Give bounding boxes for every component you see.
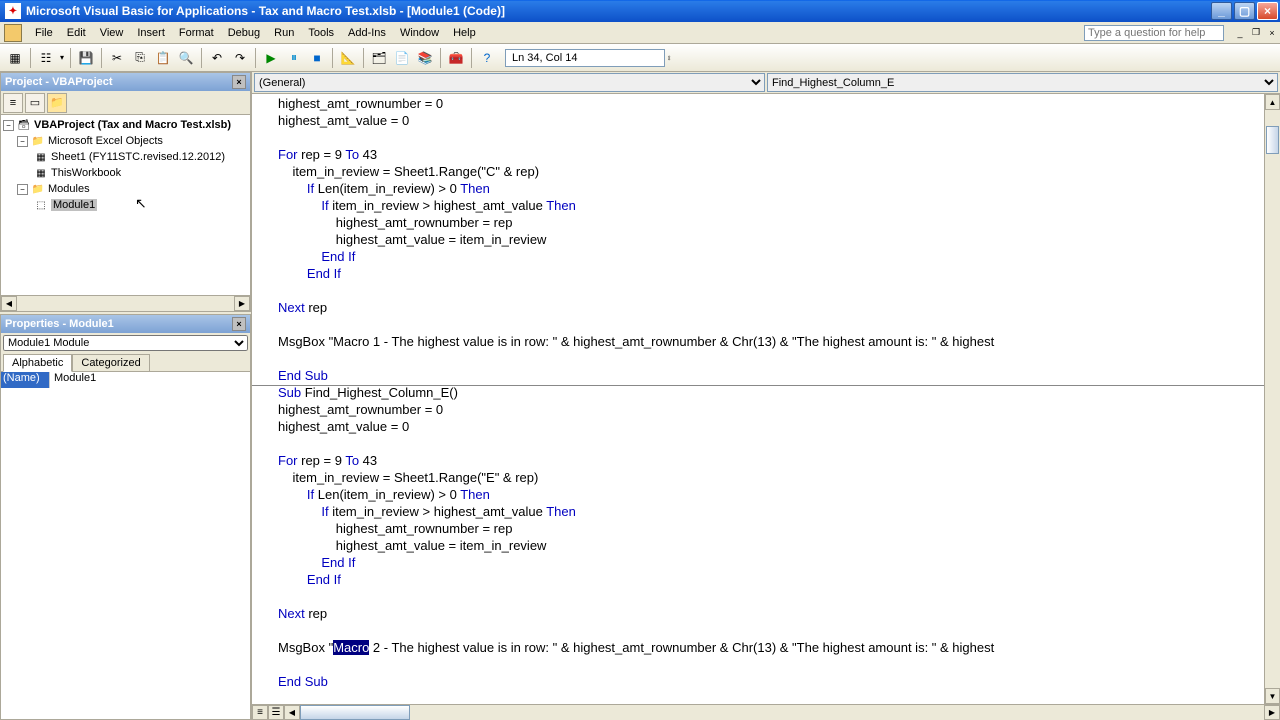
hscroll-thumb[interactable] — [300, 705, 410, 720]
save-icon[interactable]: 💾 — [75, 47, 97, 69]
project-explorer: Project - VBAProject × ≡ ▭ 📁 −🗃VBAProjec… — [0, 72, 251, 312]
menu-edit[interactable]: Edit — [60, 24, 93, 42]
scroll-left-icon[interactable]: ◀ — [1, 296, 17, 311]
procedure-combo[interactable]: Find_Highest_Column_E — [767, 73, 1278, 92]
properties-object-select[interactable]: Module1 Module — [3, 335, 248, 351]
hscroll-track[interactable] — [300, 705, 1264, 720]
menu-insert[interactable]: Insert — [130, 24, 172, 42]
cursor-position: Ln 34, Col 14 — [505, 49, 665, 67]
properties-grid: (Name)Module1 — [1, 371, 250, 719]
object-browser-icon[interactable]: 📚 — [414, 47, 436, 69]
code-pane: (General) Find_Highest_Column_E highest_… — [252, 72, 1280, 720]
minimize-button[interactable]: _ — [1211, 2, 1232, 20]
prop-name-key[interactable]: (Name) — [1, 372, 49, 388]
view-object-icon[interactable]: ▭ — [25, 93, 45, 113]
properties-title-label: Properties - Module1 — [5, 318, 114, 330]
project-tree[interactable]: −🗃VBAProject (Tax and Macro Test.xlsb) −… — [1, 115, 250, 295]
scroll-down-icon[interactable]: ▼ — [1265, 688, 1280, 704]
menu-addins[interactable]: Add-Ins — [341, 24, 393, 42]
reset-icon[interactable]: ■ — [306, 47, 328, 69]
excel-objects-folder[interactable]: Microsoft Excel Objects — [48, 135, 163, 147]
menu-tools[interactable]: Tools — [301, 24, 341, 42]
close-button[interactable]: × — [1257, 2, 1278, 20]
break-icon[interactable]: ⏸ — [283, 47, 305, 69]
insert-dropdown[interactable]: ▾ — [58, 53, 66, 62]
sheet1-node[interactable]: Sheet1 (FY11STC.revised.12.2012) — [51, 151, 225, 163]
properties-pane: Properties - Module1 × Module1 Module Al… — [0, 314, 251, 720]
collapse-icon[interactable]: − — [17, 136, 28, 147]
view-excel-icon[interactable]: ▦ — [4, 47, 26, 69]
insert-module-icon[interactable]: ☷ — [35, 47, 57, 69]
folder-icon: 📁 — [30, 134, 46, 148]
scroll-left-icon[interactable]: ◀ — [284, 705, 300, 720]
find-icon[interactable]: 🔍 — [175, 47, 197, 69]
thisworkbook-node[interactable]: ThisWorkbook — [51, 167, 121, 179]
vba-icon: ✦ — [5, 3, 21, 19]
cut-icon[interactable]: ✂ — [106, 47, 128, 69]
vscrollbar[interactable]: ▲ ▼ — [1264, 94, 1280, 704]
module-icon: ⬚ — [33, 198, 49, 212]
help-search-input[interactable] — [1084, 25, 1224, 41]
toolbar: ▦ ☷ ▾ 💾 ✂ ⎘ 📋 🔍 ↶ ↷ ▶ ⏸ ■ 📐 🗂 📄 📚 🧰 ? Ln… — [0, 44, 1280, 72]
window-title: Microsoft Visual Basic for Applications … — [26, 4, 1209, 18]
view-code-icon[interactable]: ≡ — [3, 93, 23, 113]
tab-categorized[interactable]: Categorized — [72, 354, 149, 372]
design-mode-icon[interactable]: 📐 — [337, 47, 359, 69]
project-close-button[interactable]: × — [232, 75, 246, 89]
code-editor[interactable]: highest_amt_rownumber = 0 highest_amt_va… — [252, 94, 1280, 704]
menu-format[interactable]: Format — [172, 24, 221, 42]
run-icon[interactable]: ▶ — [260, 47, 282, 69]
menu-help[interactable]: Help — [446, 24, 483, 42]
cursor-icon: ↖ — [135, 195, 147, 212]
project-title-label: Project - VBAProject — [5, 76, 113, 88]
collapse-icon[interactable]: − — [3, 120, 14, 131]
collapse-icon[interactable]: − — [17, 184, 28, 195]
help-icon[interactable]: ? — [476, 47, 498, 69]
folder-icon: 📁 — [30, 182, 46, 196]
mdi-minimize[interactable]: _ — [1232, 26, 1248, 40]
project-root[interactable]: VBAProject (Tax and Macro Test.xlsb) — [34, 119, 231, 131]
properties-icon[interactable]: 📄 — [391, 47, 413, 69]
object-combo[interactable]: (General) — [254, 73, 765, 92]
redo-icon[interactable]: ↷ — [229, 47, 251, 69]
toolbar-overflow[interactable]: ⦂ — [666, 53, 672, 63]
titlebar: ✦ Microsoft Visual Basic for Application… — [0, 0, 1280, 22]
prop-name-value[interactable]: Module1 — [49, 372, 250, 388]
menu-view[interactable]: View — [93, 24, 131, 42]
menu-run[interactable]: Run — [267, 24, 301, 42]
scroll-up-icon[interactable]: ▲ — [1265, 94, 1280, 110]
full-module-view-icon[interactable]: ☰ — [268, 705, 284, 720]
properties-title: Properties - Module1 × — [1, 315, 250, 333]
tab-alphabetic[interactable]: Alphabetic — [3, 354, 72, 372]
modules-folder[interactable]: Modules — [48, 183, 90, 195]
help-search — [1084, 25, 1224, 41]
vscroll-thumb[interactable] — [1266, 126, 1279, 154]
sheet-icon: ▦ — [33, 150, 49, 164]
hscroll-track[interactable] — [17, 296, 234, 311]
project-explorer-title: Project - VBAProject × — [1, 73, 250, 91]
menubar: File Edit View Insert Format Debug Run T… — [0, 22, 1280, 44]
copy-icon[interactable]: ⎘ — [129, 47, 151, 69]
menu-file[interactable]: File — [28, 24, 60, 42]
selected-text[interactable]: Macro — [333, 640, 369, 655]
scroll-right-icon[interactable]: ▶ — [1264, 705, 1280, 720]
mdi-close[interactable]: × — [1264, 26, 1280, 40]
mdi-restore[interactable]: ❐ — [1248, 26, 1264, 40]
mdi-controls: _ ❐ × — [1232, 26, 1280, 40]
toolbox-icon[interactable]: 🧰 — [445, 47, 467, 69]
workbook-icon: ▦ — [33, 166, 49, 180]
paste-icon[interactable]: 📋 — [152, 47, 174, 69]
menu-debug[interactable]: Debug — [221, 24, 267, 42]
undo-icon[interactable]: ↶ — [206, 47, 228, 69]
project-icon: 🗃 — [16, 118, 32, 132]
module1-node[interactable]: Module1 — [51, 199, 97, 211]
properties-close-button[interactable]: × — [232, 317, 246, 331]
menu-window[interactable]: Window — [393, 24, 446, 42]
project-explorer-icon[interactable]: 🗂 — [368, 47, 390, 69]
toggle-folders-icon[interactable]: 📁 — [47, 93, 67, 113]
maximize-button[interactable]: ▢ — [1234, 2, 1255, 20]
procedure-view-icon[interactable]: ≡ — [252, 705, 268, 720]
scroll-right-icon[interactable]: ▶ — [234, 296, 250, 311]
app-icon — [4, 24, 22, 42]
